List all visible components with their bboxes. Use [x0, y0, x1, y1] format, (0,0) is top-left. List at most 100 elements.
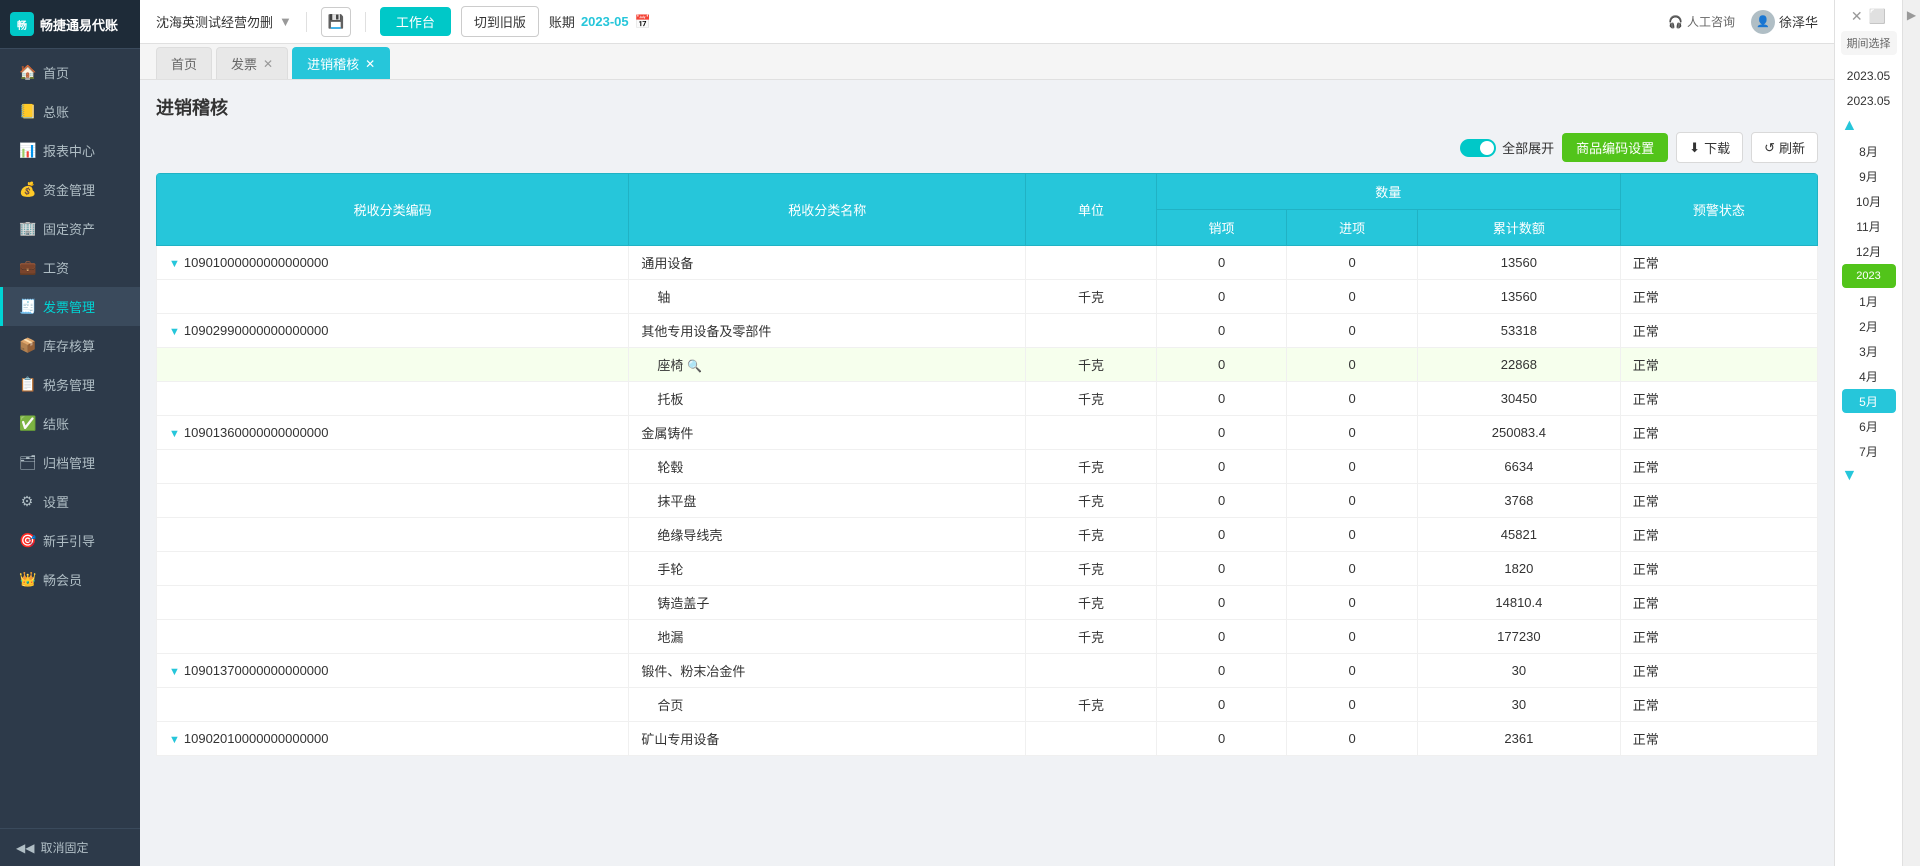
- period-month-5[interactable]: 2023: [1842, 264, 1896, 288]
- period-label: 账期: [549, 12, 575, 31]
- tab-invoice[interactable]: 发票 ✕: [216, 47, 288, 79]
- sidebar-item-tax[interactable]: 📋 税务管理: [0, 365, 140, 404]
- cell-name: 轴: [629, 280, 1026, 314]
- collapse-bar[interactable]: ▶: [1902, 0, 1920, 866]
- period-arrow-down[interactable]: ▼: [1842, 467, 1896, 485]
- sidebar-unpin[interactable]: ◀◀ 取消固定: [0, 828, 140, 866]
- cell-code: [157, 280, 629, 314]
- sidebar-item-home[interactable]: 🏠 首页: [0, 53, 140, 92]
- refresh-button[interactable]: ↺ 刷新: [1751, 132, 1818, 163]
- cell-name: 轮毂: [629, 450, 1026, 484]
- period-month-9[interactable]: 4月: [1842, 364, 1896, 388]
- sidebar-item-inventory[interactable]: 📦 库存核算: [0, 326, 140, 365]
- cell-status: 正常: [1620, 484, 1817, 518]
- tab-reconcile[interactable]: 进销稽核 ✕: [292, 47, 390, 79]
- cell-unit: 千克: [1026, 484, 1157, 518]
- sidebar-item-label: 税务管理: [43, 375, 95, 394]
- sidebar-item-ledger[interactable]: 📒 总账: [0, 92, 140, 131]
- expand-all-toggle[interactable]: 全部展开: [1460, 138, 1554, 157]
- sidebar-item-invoice[interactable]: 🧾 发票管理: [0, 287, 140, 326]
- cell-name: 金属铸件: [629, 416, 1026, 450]
- cell-status: 正常: [1620, 518, 1817, 552]
- th-tax-code: 税收分类编码: [157, 174, 629, 246]
- customer-service[interactable]: 🎧 人工咨询: [1668, 13, 1735, 30]
- cell-total: 22868: [1417, 348, 1620, 382]
- company-selector[interactable]: 沈海英测试经营勿删 ▼: [156, 12, 292, 31]
- tab-home[interactable]: 首页: [156, 47, 212, 79]
- service-icon: 🎧: [1668, 15, 1683, 29]
- period-month-10[interactable]: 5月: [1842, 389, 1896, 413]
- cell-code: [157, 552, 629, 586]
- cell-status: 正常: [1620, 722, 1817, 756]
- download-button[interactable]: ⬇ 下载: [1676, 132, 1743, 163]
- period-month-4[interactable]: 12月: [1842, 239, 1896, 263]
- period-year-2023-05-1[interactable]: 2023.05: [1842, 64, 1896, 88]
- period-arrow-up[interactable]: ▲: [1842, 117, 1896, 135]
- cell-name: 托板: [629, 382, 1026, 416]
- period-month-3[interactable]: 11月: [1842, 214, 1896, 238]
- topbar-divider-2: [365, 12, 366, 32]
- cell-purchase: 0: [1287, 348, 1418, 382]
- cell-sale: 0: [1156, 518, 1287, 552]
- sidebar-item-settle[interactable]: ✅ 结账: [0, 404, 140, 443]
- panel-expand-button[interactable]: ⬜: [1869, 8, 1886, 25]
- tab-invoice-close[interactable]: ✕: [263, 57, 273, 71]
- cell-name: 手轮: [629, 552, 1026, 586]
- sidebar-item-reports[interactable]: 📊 报表中心: [0, 131, 140, 170]
- sidebar-item-member[interactable]: 👑 畅会员: [0, 560, 140, 599]
- period-month-2[interactable]: 10月: [1842, 189, 1896, 213]
- cell-unit: 千克: [1026, 552, 1157, 586]
- period-month-8[interactable]: 3月: [1842, 339, 1896, 363]
- sidebar-item-payroll[interactable]: 💼 工资: [0, 248, 140, 287]
- settle-icon: ✅: [19, 415, 35, 432]
- cell-code: ▼10902010000000000000: [157, 722, 629, 756]
- sidebar-item-capital[interactable]: 💰 资金管理: [0, 170, 140, 209]
- period-month-0[interactable]: 8月: [1842, 139, 1896, 163]
- inventory-icon: 📦: [19, 337, 35, 354]
- sidebar-item-label: 新手引导: [43, 531, 95, 550]
- topbar: 沈海英测试经营勿删 ▼ 💾 工作台 切到旧版 账期 2023-05 📅 🎧 人工…: [140, 0, 1834, 44]
- sidebar-item-assets[interactable]: 🏢 固定资产: [0, 209, 140, 248]
- cell-unit: 千克: [1026, 688, 1157, 722]
- cell-purchase: 0: [1287, 314, 1418, 348]
- search-icon[interactable]: 🔍: [687, 359, 702, 373]
- reports-icon: 📊: [19, 142, 35, 159]
- sidebar-item-settings[interactable]: ⚙ 设置: [0, 482, 140, 521]
- sidebar-item-label: 资金管理: [43, 180, 95, 199]
- cell-name: 铸造盖子: [629, 586, 1026, 620]
- tabbar: 首页 发票 ✕ 进销稽核 ✕: [140, 44, 1834, 80]
- panel-top-buttons: ✕ ⬜: [1851, 8, 1886, 25]
- toggle-track[interactable]: [1460, 139, 1496, 157]
- period-month-1[interactable]: 9月: [1842, 164, 1896, 188]
- cell-code: [157, 688, 629, 722]
- cell-unit: 千克: [1026, 450, 1157, 484]
- cell-purchase: 0: [1287, 280, 1418, 314]
- cell-total: 1820: [1417, 552, 1620, 586]
- period-month-12[interactable]: 7月: [1842, 439, 1896, 463]
- workbench-button[interactable]: 工作台: [380, 7, 451, 36]
- calendar-icon[interactable]: 📅: [635, 14, 651, 30]
- period-month-7[interactable]: 2月: [1842, 314, 1896, 338]
- cell-purchase: 0: [1287, 586, 1418, 620]
- sidebar-item-guide[interactable]: 🎯 新手引导: [0, 521, 140, 560]
- cell-status: 正常: [1620, 280, 1817, 314]
- save-button[interactable]: 💾: [321, 7, 351, 37]
- period-month-11[interactable]: 6月: [1842, 414, 1896, 438]
- sidebar-item-archive[interactable]: 🗂 归档管理: [0, 443, 140, 482]
- cell-name: 矿山专用设备: [629, 722, 1026, 756]
- cell-name: 锻件、粉末冶金件: [629, 654, 1026, 688]
- period-month-6[interactable]: 1月: [1842, 289, 1896, 313]
- th-warning: 预警状态: [1620, 174, 1817, 246]
- period-display: 账期 2023-05 📅: [549, 12, 651, 31]
- tab-reconcile-close[interactable]: ✕: [365, 57, 375, 71]
- cell-name: 座椅🔍: [629, 348, 1026, 382]
- data-table-container: 税收分类编码 税收分类名称 单位 数量 预警状态 销项 进项 累计数额 ▼: [156, 173, 1818, 852]
- panel-close-button[interactable]: ✕: [1851, 8, 1863, 25]
- user-info[interactable]: 👤 徐泽华: [1751, 10, 1818, 34]
- cell-purchase: 0: [1287, 688, 1418, 722]
- cell-sale: 0: [1156, 450, 1287, 484]
- home-icon: 🏠: [19, 64, 35, 81]
- period-year-2023-05-2[interactable]: 2023.05: [1842, 89, 1896, 113]
- product-code-settings-button[interactable]: 商品编码设置: [1562, 133, 1668, 162]
- old-version-button[interactable]: 切到旧版: [461, 6, 539, 37]
